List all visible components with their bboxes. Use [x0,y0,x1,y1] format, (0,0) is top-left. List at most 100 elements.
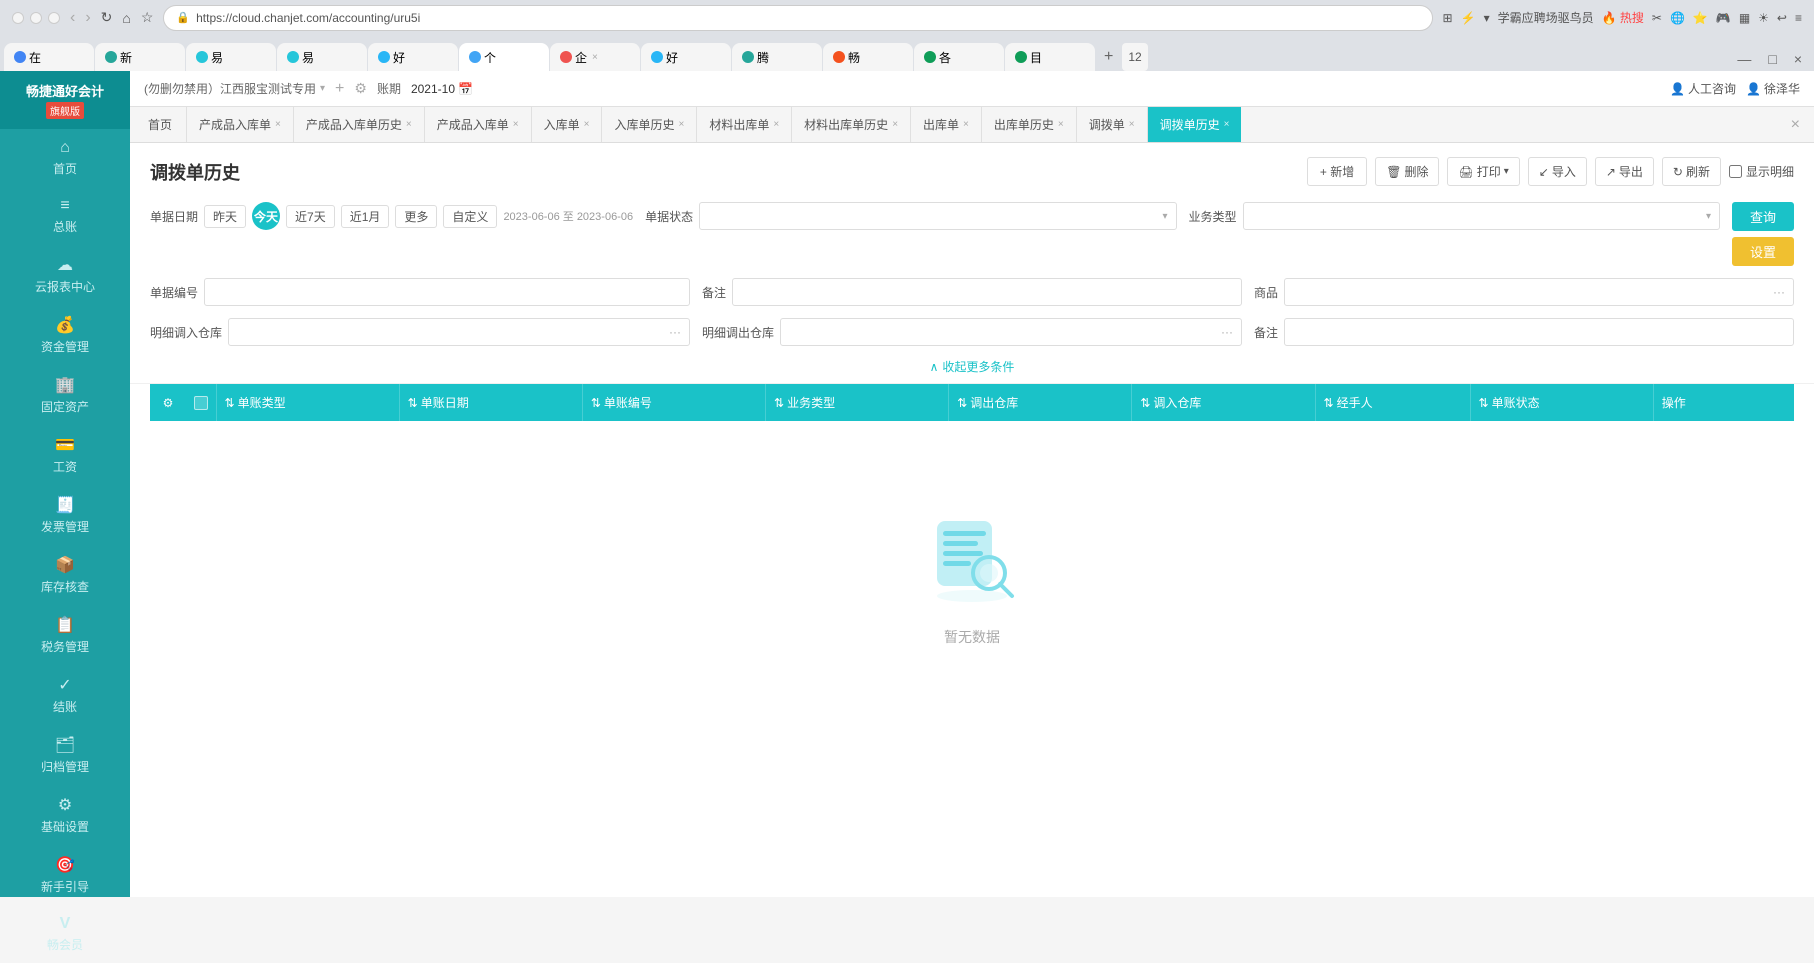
sidebar-item-ledger[interactable]: ≡ 总账 [0,187,130,245]
biz-type-select[interactable]: ▾ [1243,202,1720,230]
sidebar-item-home[interactable]: ⌂ 首页 [0,129,130,187]
browser-tab-1[interactable]: 在 [4,43,94,71]
tab-close-product-in[interactable]: × [275,119,281,130]
column-settings-icon[interactable]: ⚙ [163,396,174,410]
browser-tab-9[interactable]: 腾 [732,43,822,71]
tab-product-in2[interactable]: 产成品入库单 × [425,107,532,142]
filter-settings-btn[interactable]: 设置 [1732,237,1794,266]
show-cols-check[interactable]: 显示明细 [1729,163,1794,180]
tab-close-in-order[interactable]: × [584,119,590,130]
bookmark-btn[interactable]: ☆ [141,9,154,26]
sidebar-item-basic[interactable]: ⚙ 基础设置 [0,785,130,845]
export-btn[interactable]: ↗ 导出 [1595,157,1654,186]
date-1month-btn[interactable]: 近1月 [341,205,390,228]
tab-close-out-order[interactable]: × [963,119,969,130]
sidebar-item-guide[interactable]: 🎯 新手引导 [0,845,130,905]
browser-tab-12[interactable]: 目 [1005,43,1095,71]
browser-tab-4[interactable]: 易 [277,43,367,71]
tab-close-mat-out[interactable]: × [773,119,779,130]
tab-close-product-in2[interactable]: × [513,119,519,130]
tab-close-out-hist[interactable]: × [1058,119,1064,130]
sidebar-item-inventory[interactable]: 📦 库存核查 [0,545,130,605]
nav-back[interactable]: ‹ [70,9,75,27]
new-btn[interactable]: + 新增 [1307,157,1367,186]
tab-transfer[interactable]: 调拨单 × [1077,107,1148,142]
query-btn[interactable]: 查询 [1732,202,1794,231]
tab-product-in[interactable]: 产成品入库单 × [187,107,294,142]
collapse-btn[interactable]: ∧ 收起更多条件 [930,358,1015,375]
sidebar-item-payroll[interactable]: 💳 工资 [0,425,130,485]
home-btn[interactable]: ⌂ [122,10,130,26]
sidebar-item-capital[interactable]: 💰 资金管理 [0,305,130,365]
tab-out-order[interactable]: 出库单 × [911,107,982,142]
settings-icon[interactable]: ⚙ [354,80,367,97]
status-select[interactable]: ▾ [699,202,1176,230]
user-icon: 👤 [1746,82,1761,96]
browser-tab-8[interactable]: 好 [641,43,731,71]
delete-btn[interactable]: 🗑 删除 [1375,157,1439,186]
tab-transfer-hist[interactable]: 调拨单历史 × [1148,107,1242,142]
tab-mat-out[interactable]: 材料出库单 × [697,107,792,142]
browser-tab-11[interactable]: 各 [914,43,1004,71]
support-btn[interactable]: 👤 人工咨询 [1670,80,1736,97]
user-avatar[interactable]: 👤 徐泽华 [1746,80,1800,97]
remark-input[interactable] [732,278,1242,306]
date-yesterday-btn[interactable]: 昨天 [204,205,246,228]
import-icon: ↙ [1539,165,1549,179]
sidebar-item-settle[interactable]: ✓ 结账 [0,665,130,725]
browser-tab-6[interactable]: 个 [459,43,549,71]
sidebar-item-archive[interactable]: 🗂 归档管理 [0,725,130,785]
browser-tab-10[interactable]: 畅 [823,43,913,71]
date-7days-btn[interactable]: 近7天 [286,205,335,228]
date-today-btn[interactable]: 今天 [252,202,280,230]
sidebar-item-tax[interactable]: 📋 税务管理 [0,605,130,665]
archive-icon: 🗂 [55,735,75,755]
refresh-data-btn[interactable]: ↻ 刷新 [1662,157,1721,186]
nav-forward[interactable]: › [85,9,90,27]
company-selector[interactable]: (勿删勿禁用）江西服宝测试专用 ▾ [144,80,325,97]
refresh-btn[interactable]: ↻ [101,9,113,26]
browser-tab-2[interactable]: 新 [95,43,185,71]
doc-no-input[interactable] [204,278,690,306]
period-value[interactable]: 2021-10 📅 [411,82,473,96]
tab-close-mat-out-hist[interactable]: × [892,119,898,130]
url-text: https://cloud.chanjet.com/accounting/uru… [196,11,420,25]
tab-in-order[interactable]: 入库单 × [532,107,603,142]
sidebar-item-assets[interactable]: 🏢 固定资产 [0,365,130,425]
detail-in-input[interactable]: ··· [228,318,690,346]
tab-close-transfer[interactable]: × [1129,119,1135,130]
browser-tab-3[interactable]: 易 [186,43,276,71]
address-bar[interactable]: 🔒 https://cloud.chanjet.com/accounting/u… [163,5,1432,31]
show-cols-checkbox[interactable] [1729,165,1742,178]
maximize-btn[interactable]: □ [1760,47,1784,71]
browser-tab-5[interactable]: 好 [368,43,458,71]
minimize-btn[interactable]: — [1729,47,1759,71]
topbar: (勿删勿禁用）江西服宝测试专用 ▾ + ⚙ 账期 2021-10 📅 👤 人工咨… [130,71,1814,107]
tab-close-transfer-hist[interactable]: × [1224,119,1230,130]
table-container: ⚙ ⇅ 单账类型 [130,384,1814,747]
tab-mat-out-hist[interactable]: 材料出库单历史 × [792,107,911,142]
date-more-btn[interactable]: 更多 [395,205,437,228]
tab-home[interactable]: 首页 [134,107,187,142]
tab-product-in-hist[interactable]: 产成品入库单历史 × [294,107,425,142]
import-btn[interactable]: ↙ 导入 [1528,157,1587,186]
sidebar-item-reports[interactable]: ☁ 云报表中心 [0,245,130,305]
browser-tab-7[interactable]: 企 × [550,43,640,71]
goods-input[interactable]: ··· [1284,278,1794,306]
detail-out-input[interactable]: ··· [780,318,1242,346]
add-company-btn[interactable]: + [335,80,344,98]
tab-out-hist[interactable]: 出库单历史 × [982,107,1077,142]
remark2-input[interactable] [1284,318,1794,346]
close-btn[interactable]: × [1786,47,1810,71]
date-custom-btn[interactable]: 自定义 [443,205,497,228]
tab-panel-close[interactable]: × [1781,116,1810,134]
tab-in-hist[interactable]: 入库单历史 × [602,107,697,142]
print-btn[interactable]: 🖨 打印 ▾ [1447,157,1519,186]
sidebar-item-member[interactable]: V 畅会员 [0,905,130,963]
sidebar-item-invoice[interactable]: 🧾 发票管理 [0,485,130,545]
col-date: ⇅ 单账日期 [408,394,574,411]
tab-close-in-hist[interactable]: × [678,119,684,130]
tab-close-product-in-hist[interactable]: × [406,119,412,130]
select-all-checkbox[interactable] [194,396,208,410]
new-tab-btn[interactable]: + [1096,43,1121,71]
